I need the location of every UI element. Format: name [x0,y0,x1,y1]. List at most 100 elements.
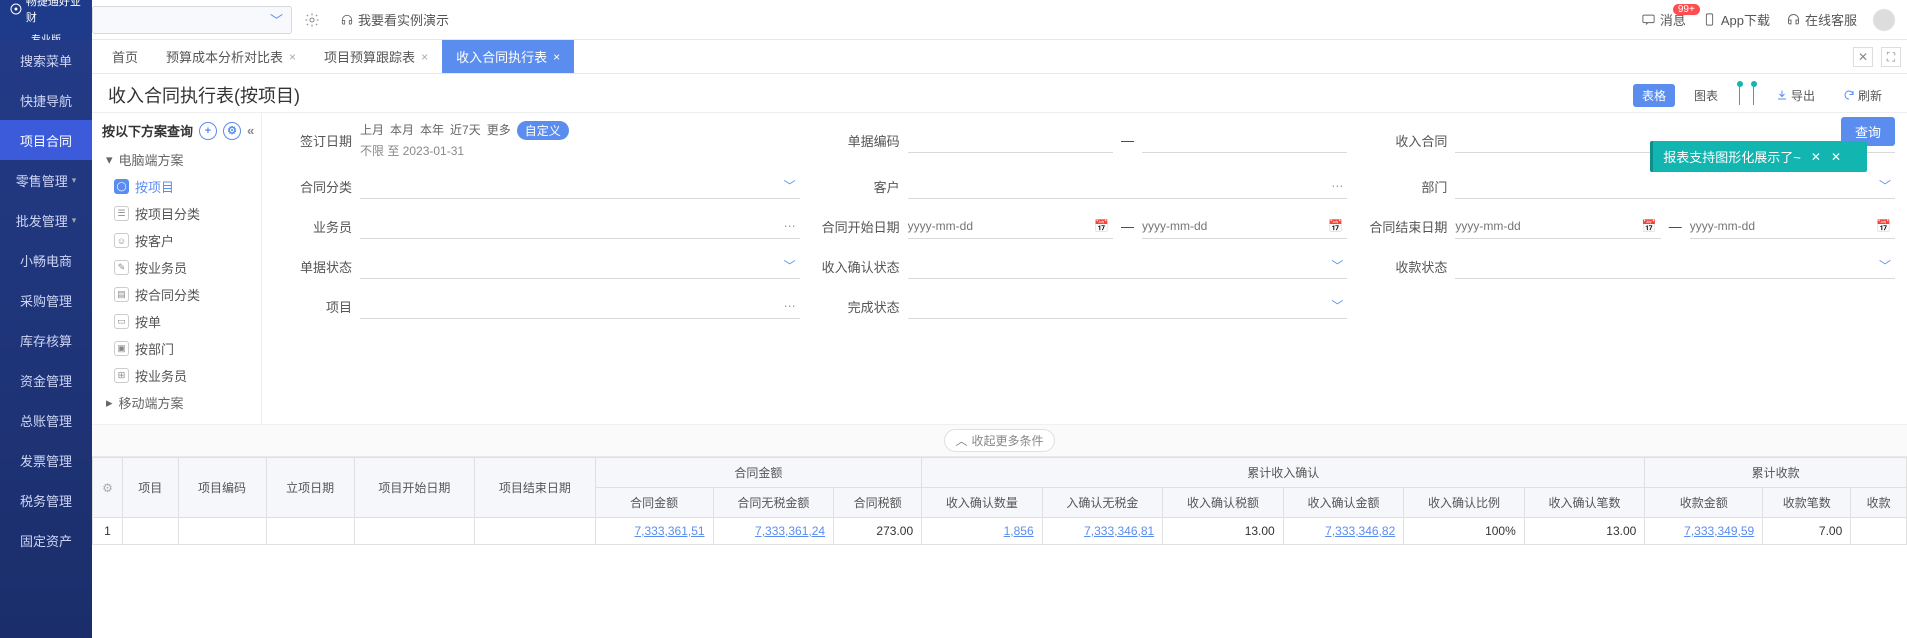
doc-no-to-input[interactable] [1142,127,1347,153]
col-收入确认笔数[interactable]: 收入确认笔数 [1524,488,1645,518]
export-button[interactable]: 导出 [1767,84,1824,107]
nav-item-总账管理[interactable]: 总账管理 [0,400,92,440]
close-icon[interactable]: ✕ [1831,150,1841,164]
close-icon[interactable]: ✕ [1811,150,1821,164]
cell-contract-amt[interactable]: 7,333,361,51 [595,518,713,545]
calendar-icon[interactable]: 📅 [1324,219,1347,233]
org-selector[interactable]: ﹀ [92,6,292,34]
demo-link[interactable]: 我要看实例演示 [340,10,449,29]
nav-item-资金管理[interactable]: 资金管理 [0,360,92,400]
scheme-item-按业务员[interactable]: ✎按业务员 [102,254,255,281]
chevron-down-icon[interactable]: ﹀ [1327,297,1347,314]
user-menu[interactable] [1873,9,1895,31]
contract-cat-input[interactable] [360,179,780,193]
contract-start-to-input[interactable] [1142,219,1324,233]
dept-input[interactable] [1455,179,1875,193]
messages-button[interactable]: 消息 99+ [1641,10,1686,29]
nav-item-项目合同[interactable]: 项目合同 [0,120,92,160]
finish-status-input[interactable] [908,299,1328,313]
close-icon[interactable]: × [421,50,428,64]
nav-item-零售管理[interactable]: 零售管理▾ [0,160,92,200]
online-service-button[interactable]: 在线客服 [1786,10,1857,29]
customer-input[interactable] [908,179,1328,193]
col-合同金额[interactable]: 合同金额 [595,488,713,518]
scheme-item-按单[interactable]: ▭按单 [102,308,255,335]
col-project-code[interactable]: 项目编码 [178,458,266,518]
lookup-icon[interactable]: ⋯ [780,219,800,233]
nav-item-搜索菜单[interactable]: 搜索菜单 [0,40,92,80]
col-setup-date[interactable]: 立项日期 [266,458,354,518]
cell-confirm-amt[interactable]: 7,333,346,82 [1283,518,1404,545]
receipt-status-input[interactable] [1455,259,1875,273]
quick-range-本月[interactable]: 本月 [390,121,414,140]
close-all-tabs[interactable]: ✕ [1853,47,1873,67]
cell-confirm-qty[interactable]: 1,856 [922,518,1043,545]
nav-item-库存核算[interactable]: 库存核算 [0,320,92,360]
lookup-icon[interactable]: ⋯ [1327,179,1347,193]
salesman-input[interactable] [360,219,780,233]
fullscreen-toggle[interactable]: ⛶ [1881,47,1901,67]
mode-table-button[interactable]: 表格 [1633,84,1675,107]
chevron-down-icon[interactable]: ﹀ [780,257,800,274]
contract-end-from-input[interactable] [1455,219,1637,233]
col-收入确认税额[interactable]: 收入确认税额 [1163,488,1284,518]
income-confirm-status-input[interactable] [908,259,1328,273]
nav-item-快捷导航[interactable]: 快捷导航 [0,80,92,120]
calendar-icon[interactable]: 📅 [1872,219,1895,233]
scheme-item-按业务员[interactable]: ⊞按业务员 [102,362,255,389]
col-​入确认无税金​[interactable]: ​入确认无税金​ [1042,488,1163,518]
col-收款[interactable]: 收款 [1851,488,1907,518]
chevron-down-icon[interactable]: ﹀ [1875,257,1895,274]
doc-status-input[interactable] [360,259,780,273]
quick-range-本年[interactable]: 本年 [420,121,444,140]
doc-no-from-input[interactable] [908,127,1113,153]
col-收入确认比例[interactable]: 收入确认比例 [1404,488,1525,518]
nav-item-小畅电商[interactable]: 小畅电商 [0,240,92,280]
calendar-icon[interactable]: 📅 [1638,219,1661,233]
scheme-group-desktop[interactable]: ▾ 电脑端方案 [102,146,255,173]
col-合同无税金额[interactable]: 合同无税金额 [713,488,834,518]
col-收款笔数[interactable]: 收款笔数 [1763,488,1851,518]
quick-range-更多[interactable]: 更多 [487,121,511,140]
cell-contract-notax[interactable]: 7,333,361,24 [713,518,834,545]
nav-item-批发管理[interactable]: 批发管理▾ [0,200,92,240]
gear-icon[interactable] [304,12,320,28]
chevron-down-icon[interactable]: ﹀ [1327,257,1347,274]
col-收款金额[interactable]: 收款金额 [1645,488,1763,518]
nav-item-采购管理[interactable]: 采购管理 [0,280,92,320]
scheme-item-按项目[interactable]: ◯按项目 [102,173,255,200]
refresh-button[interactable]: 刷新 [1834,84,1891,107]
nav-item-税务管理[interactable]: 税务管理 [0,480,92,520]
mode-chart-button[interactable]: 图表 [1685,84,1727,107]
nav-item-固定资产[interactable]: 固定资产 [0,520,92,560]
collapse-filters-button[interactable]: ︿收起更多条件 [92,424,1907,456]
tab-首页[interactable]: 首页 [98,40,152,73]
scheme-item-按部门[interactable]: ▣按部门 [102,335,255,362]
nav-item-发票管理[interactable]: 发票管理 [0,440,92,480]
contract-end-to-input[interactable] [1690,219,1872,233]
col-project[interactable]: 项目 [123,458,179,518]
calendar-icon[interactable]: 📅 [1090,219,1113,233]
quick-range-近7天[interactable]: 近7天 [450,121,481,140]
tab-预算成本分析对比表[interactable]: 预算成本分析对比表× [152,40,310,73]
col-合同税额[interactable]: 合同税额 [834,488,922,518]
lookup-icon[interactable]: ⋯ [780,299,800,313]
scheme-item-按客户[interactable]: ☺按客户 [102,227,255,254]
col-proj-start[interactable]: 项目开始日期 [354,458,475,518]
add-scheme-button[interactable]: + [199,122,217,140]
cell-receipt-amt[interactable]: 7,333,349,59 [1645,518,1763,545]
collapse-scheme-icon[interactable]: « [247,123,254,138]
close-icon[interactable]: × [289,50,296,64]
scheme-item-按合同分类[interactable]: ▤按合同分类 [102,281,255,308]
col-收入确认金额[interactable]: 收入确认金额 [1283,488,1404,518]
contract-start-from-input[interactable] [908,219,1090,233]
scheme-settings-button[interactable]: ⚙ [223,122,241,140]
table-settings-button[interactable]: ⚙ [93,458,123,518]
quick-range-custom[interactable]: 自定义 [517,121,569,140]
scheme-item-按项目分类[interactable]: ☰按项目分类 [102,200,255,227]
quick-range-上月[interactable]: 上月 [360,121,384,140]
chevron-down-icon[interactable]: ﹀ [780,177,800,194]
close-icon[interactable]: × [553,50,560,64]
chevron-down-icon[interactable]: ﹀ [1875,177,1895,194]
tab-项目预算跟踪表[interactable]: 项目预算跟踪表× [310,40,442,73]
